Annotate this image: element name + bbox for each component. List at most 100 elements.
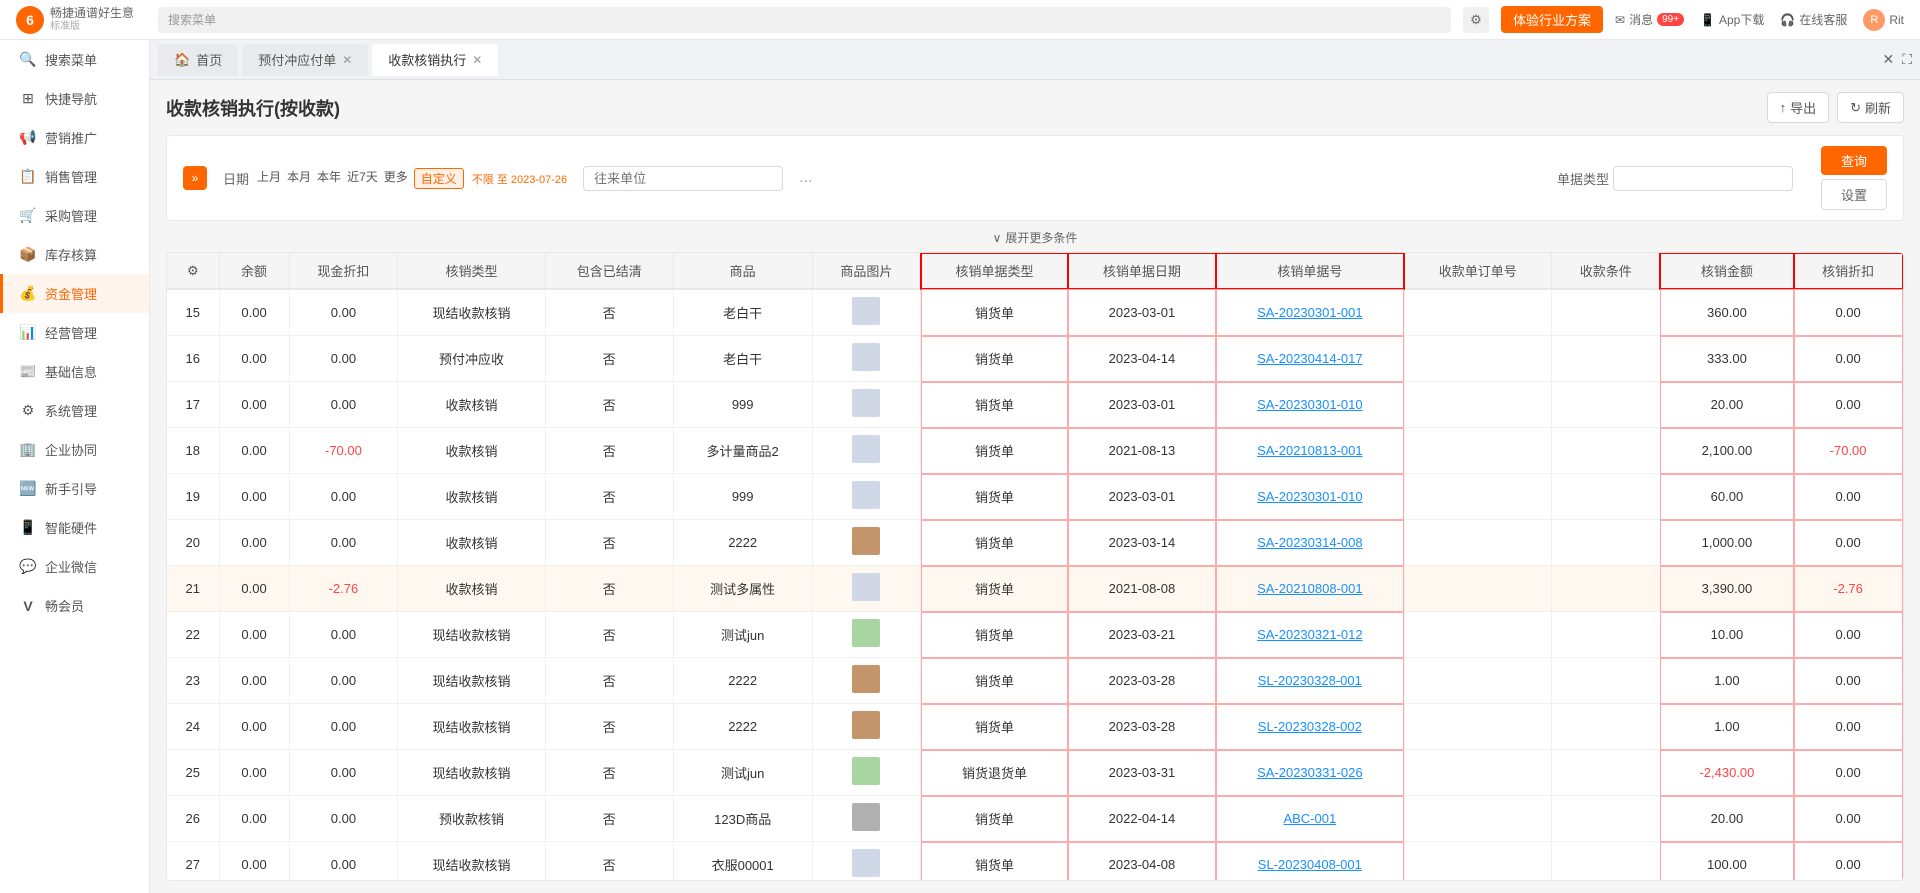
tab-close-all-button[interactable]: ✕ xyxy=(1882,51,1894,68)
sidebar-item-finance[interactable]: 💰 资金管理 xyxy=(0,274,149,313)
cell-verify-bill-no[interactable]: SA-20230314-008 xyxy=(1216,520,1404,566)
cell-receipt-order-no xyxy=(1404,750,1551,796)
cell-verify-bill-no[interactable]: SA-20230301-001 xyxy=(1216,289,1404,336)
cell-verify-discount: 0.00 xyxy=(1794,336,1903,382)
tab-prepay-close[interactable]: ✕ xyxy=(342,53,352,67)
tab-receipt-close[interactable]: ✕ xyxy=(472,53,482,67)
filter-date-more[interactable]: 更多 xyxy=(384,168,408,189)
filter-date-last-7-days[interactable]: 近7天 xyxy=(347,168,378,189)
cell-balance: 0.00 xyxy=(219,520,289,566)
sidebar-item-sales[interactable]: 📋 销售管理 xyxy=(0,157,149,196)
online-service-button[interactable]: 🎧 在线客服 xyxy=(1780,11,1847,28)
tab-receipt[interactable]: 收款核销执行 ✕ xyxy=(372,44,498,76)
col-verify-bill-no: 核销单据号 xyxy=(1216,253,1404,289)
export-button[interactable]: ↑ 导出 xyxy=(1767,92,1830,123)
industry-solution-button[interactable]: 体验行业方案 xyxy=(1501,6,1603,33)
sidebar-label-purchase: 采购管理 xyxy=(45,206,97,225)
filter-from-unit-input[interactable] xyxy=(583,166,783,191)
cell-verify-bill-no[interactable]: SA-20230301-010 xyxy=(1216,382,1404,428)
cell-verify-bill-no[interactable]: SA-20230331-026 xyxy=(1216,750,1404,796)
sidebar-item-corp[interactable]: 🏢 企业协同 xyxy=(0,430,149,469)
cell-verify-bill-no[interactable]: ABC-001 xyxy=(1216,796,1404,842)
sidebar-item-guide[interactable]: 🆕 新手引导 xyxy=(0,469,149,508)
cell-include-cleared: 否 xyxy=(545,612,673,658)
cell-verify-bill-no[interactable]: SA-20230321-012 xyxy=(1216,612,1404,658)
cell-verify-discount: -70.00 xyxy=(1794,428,1903,474)
cell-receipt-order-no xyxy=(1404,842,1551,882)
col-goods: 商品 xyxy=(673,253,812,289)
sidebar-item-wechat[interactable]: 💬 企业微信 xyxy=(0,547,149,586)
sidebar-item-hardware[interactable]: 📱 智能硬件 xyxy=(0,508,149,547)
cell-balance: 0.00 xyxy=(219,842,289,882)
logo-icon: 6 xyxy=(16,6,44,34)
cell-receipt-condition xyxy=(1551,474,1660,520)
cell-include-cleared: 否 xyxy=(545,474,673,520)
guide-icon: 🆕 xyxy=(19,480,37,497)
filter-settings-button[interactable]: 设置 xyxy=(1821,179,1887,210)
cell-verify-bill-no[interactable]: SL-20230328-002 xyxy=(1216,704,1404,750)
filter-date-custom[interactable]: 自定义 xyxy=(414,168,464,189)
expand-filters-button[interactable]: ∨ 展开更多条件 xyxy=(993,229,1078,246)
messages-button[interactable]: ✉ 消息 99+ xyxy=(1615,11,1684,28)
sidebar-item-search[interactable]: 🔍 搜索菜单 xyxy=(0,40,149,79)
cell-verify-bill-no[interactable]: SA-20210813-001 xyxy=(1216,428,1404,474)
sidebar-item-operation[interactable]: 📊 经营管理 xyxy=(0,313,149,352)
col-settings[interactable]: ⚙ xyxy=(167,253,219,289)
cell-verify-discount: 0.00 xyxy=(1794,658,1903,704)
cell-goods-img xyxy=(812,704,921,750)
sidebar-item-system[interactable]: ⚙ 系统管理 xyxy=(0,391,149,430)
cell-cash-discount: -70.00 xyxy=(289,428,398,474)
goods-image xyxy=(852,481,880,509)
sidebar-item-basic[interactable]: 📰 基础信息 xyxy=(0,352,149,391)
filter-single-type-select[interactable] xyxy=(1613,166,1793,191)
tab-expand-button[interactable]: ⛶ xyxy=(1902,51,1912,68)
sidebar-item-member[interactable]: V 畅会员 xyxy=(0,586,149,625)
cell-cash-discount: 0.00 xyxy=(289,704,398,750)
filter-date-this-year[interactable]: 本年 xyxy=(317,168,341,189)
cell-verify-bill-no[interactable]: SA-20230414-017 xyxy=(1216,336,1404,382)
cell-receipt-condition xyxy=(1551,842,1660,882)
cell-receipt-order-no xyxy=(1404,566,1551,612)
cell-id: 20 xyxy=(167,520,219,566)
cell-verify-bill-date: 2023-03-28 xyxy=(1068,658,1215,704)
expand-filters-bar: ∨ 展开更多条件 xyxy=(166,229,1904,246)
cell-goods: 2222 xyxy=(673,658,812,704)
filter-date-last-month[interactable]: 上月 xyxy=(257,168,281,189)
cell-balance: 0.00 xyxy=(219,382,289,428)
cell-receipt-condition xyxy=(1551,612,1660,658)
cell-receipt-order-no xyxy=(1404,428,1551,474)
tab-home[interactable]: 🏠 首页 xyxy=(158,44,238,76)
sidebar-item-inventory[interactable]: 📦 库存核算 xyxy=(0,235,149,274)
cell-verify-discount: 0.00 xyxy=(1794,842,1903,882)
sidebar-label-nav: 快捷导航 xyxy=(45,89,97,108)
app-download-button[interactable]: 📱 App下载 xyxy=(1700,11,1764,28)
sidebar-item-marketing[interactable]: 📢 营销推广 xyxy=(0,118,149,157)
refresh-button[interactable]: ↻ 刷新 xyxy=(1837,92,1904,123)
operation-icon: 📊 xyxy=(19,324,37,341)
filter-date-this-month[interactable]: 本月 xyxy=(287,168,311,189)
cell-receipt-order-no xyxy=(1404,796,1551,842)
table-row: 24 0.00 0.00 现结收款核销 否 2222 销货单 2023-03-2… xyxy=(167,704,1903,750)
cell-balance: 0.00 xyxy=(219,474,289,520)
cell-verify-bill-no[interactable]: SL-20230408-001 xyxy=(1216,842,1404,882)
filter-toggle-button[interactable]: » xyxy=(183,166,207,190)
cell-cash-discount: 0.00 xyxy=(289,474,398,520)
table-row: 18 0.00 -70.00 收款核销 否 多计量商品2 销货单 2021-08… xyxy=(167,428,1903,474)
sidebar-item-purchase[interactable]: 🛒 采购管理 xyxy=(0,196,149,235)
cell-include-cleared: 否 xyxy=(545,428,673,474)
sidebar-label-operation: 经营管理 xyxy=(45,323,97,342)
sidebar-item-nav[interactable]: ⊞ 快捷导航 xyxy=(0,79,149,118)
goods-image xyxy=(852,389,880,417)
tab-prepay[interactable]: 预付冲应付单 ✕ xyxy=(242,44,368,76)
user-profile[interactable]: R Rit xyxy=(1863,9,1904,31)
cell-goods-img xyxy=(812,289,921,336)
cell-verify-bill-no[interactable]: SA-20210808-001 xyxy=(1216,566,1404,612)
cell-receipt-order-no xyxy=(1404,704,1551,750)
main-layout: 🔍 搜索菜单 ⊞ 快捷导航 📢 营销推广 📋 销售管理 🛒 采购管理 📦 库存核… xyxy=(0,40,1920,893)
cell-verify-bill-no[interactable]: SA-20230301-010 xyxy=(1216,474,1404,520)
cell-balance: 0.00 xyxy=(219,336,289,382)
search-placeholder-text: 搜索菜单 xyxy=(168,11,216,28)
filter-search-button[interactable]: 查询 xyxy=(1821,146,1887,175)
gear-settings-button[interactable]: ⚙ xyxy=(1463,7,1489,33)
cell-verify-bill-no[interactable]: SL-20230328-001 xyxy=(1216,658,1404,704)
